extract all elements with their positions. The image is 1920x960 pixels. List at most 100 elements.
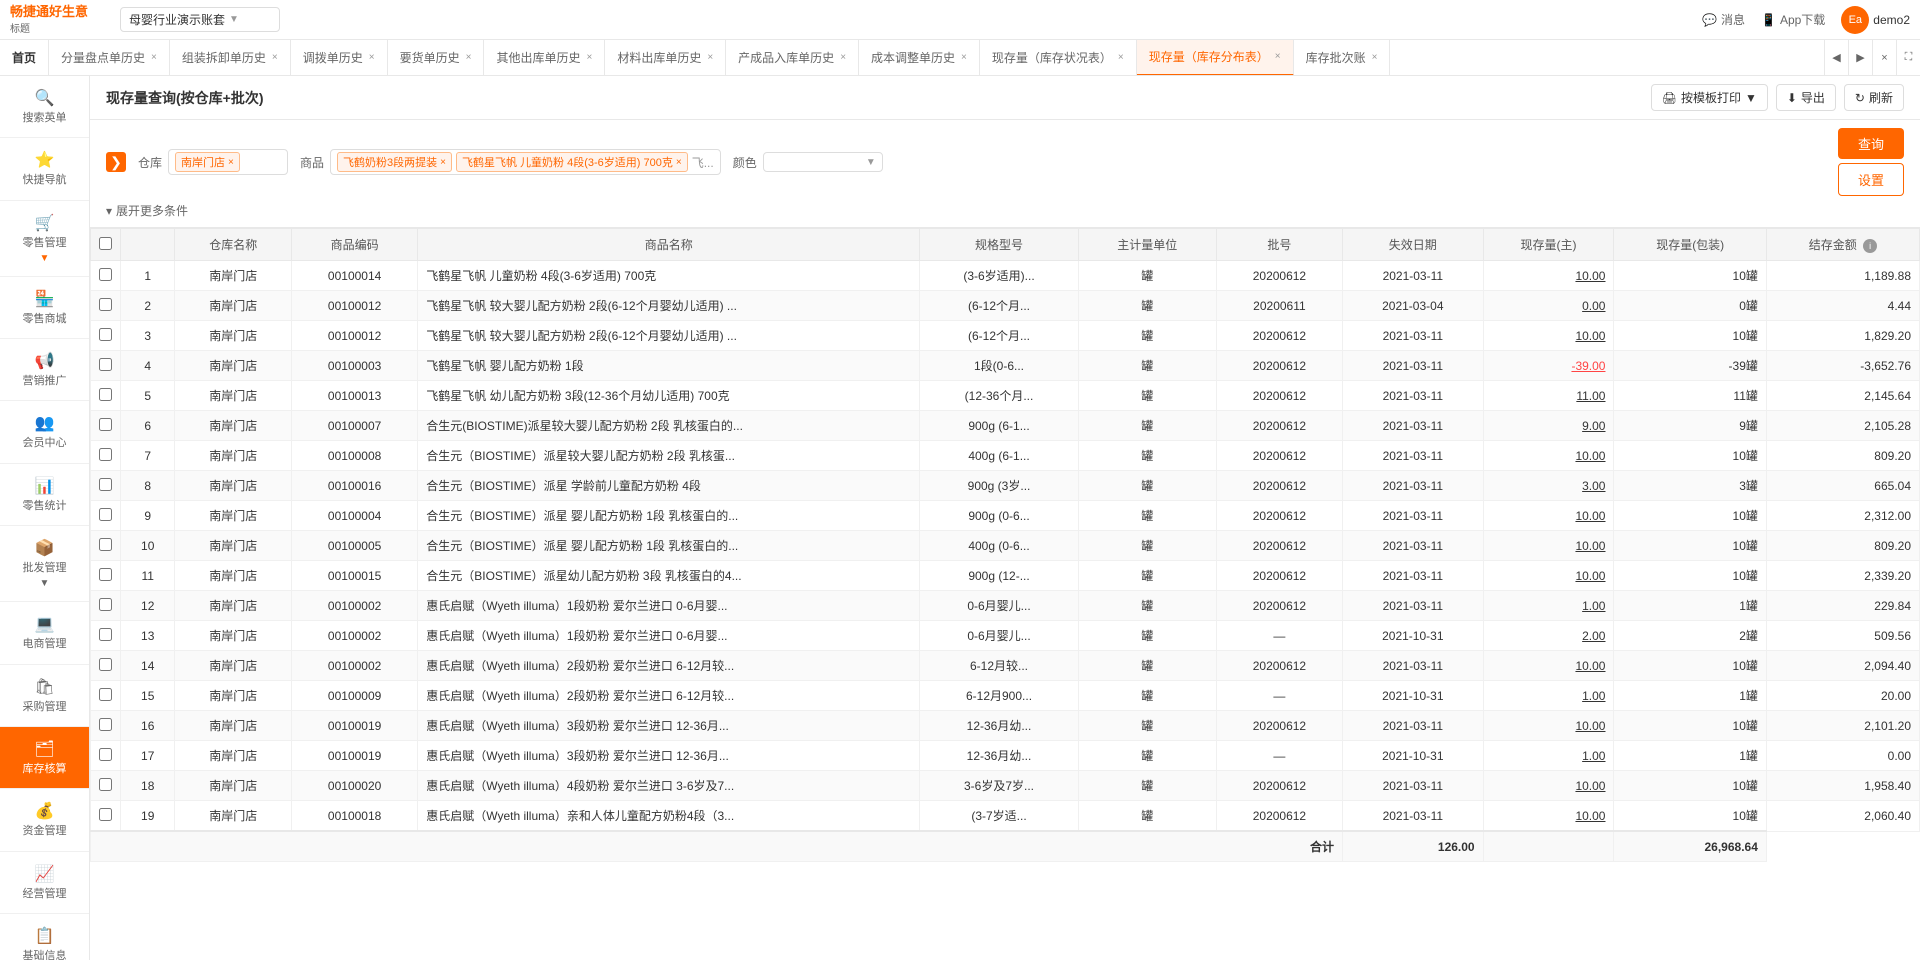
row-checkbox[interactable]: [91, 621, 121, 651]
row-checkbox[interactable]: [91, 381, 121, 411]
sidebar-item-retail-mgmt[interactable]: 🛒 零售管理 ▼: [0, 201, 89, 277]
tab-10[interactable]: 现存量（库存分布表） ×: [1137, 40, 1294, 76]
select-all-checkbox[interactable]: [99, 237, 112, 250]
row-checkbox[interactable]: [91, 771, 121, 801]
sidebar-item-marketing[interactable]: 📢 营销推广: [0, 339, 89, 401]
table-row: 2 南岸门店 00100012 飞鹤星飞帆 较大婴儿配方奶粉 2段(6-12个月…: [91, 291, 1920, 321]
tab-4-close[interactable]: ×: [466, 52, 472, 63]
tab-6[interactable]: 材料出库单历史 ×: [605, 40, 726, 76]
warehouse-tag-close[interactable]: ×: [228, 157, 234, 168]
tab-8-close[interactable]: ×: [961, 52, 967, 63]
row-checkbox[interactable]: [91, 321, 121, 351]
row-checkbox[interactable]: [91, 591, 121, 621]
product-tag-close-1[interactable]: ×: [676, 157, 682, 168]
tab-2-close[interactable]: ×: [272, 52, 278, 63]
app-download-action[interactable]: 📱 App下载: [1761, 11, 1825, 28]
tab-9[interactable]: 现存量（库存状况表） ×: [980, 40, 1137, 76]
product-filter: 商品 飞鹤奶粉3段两提装 × 飞鹤星飞帆 儿童奶粉 4段(3-6岁适用) 700…: [300, 149, 721, 175]
product-tag-container[interactable]: 飞鹤奶粉3段两提装 × 飞鹤星飞帆 儿童奶粉 4段(3-6岁适用) 700克 ×…: [330, 149, 721, 175]
sidebar-item-finance[interactable]: 💰 资金管理: [0, 789, 89, 851]
tab-2[interactable]: 组装拆卸单历史 ×: [170, 40, 291, 76]
row-batch: 20200612: [1216, 411, 1342, 441]
row-name: 飞鹤星飞帆 婴儿配方奶粉 1段: [418, 351, 920, 381]
sidebar-item-nav[interactable]: ⭐ 快捷导航: [0, 138, 89, 200]
tab-expand-btn[interactable]: ⛶: [1896, 40, 1920, 76]
table-footer-row: 合计 126.00 26,968.64: [91, 831, 1920, 862]
product-tag-close-0[interactable]: ×: [440, 157, 446, 168]
tab-11[interactable]: 库存批次账 ×: [1294, 40, 1391, 76]
sidebar-item-basic-info[interactable]: 📋 基础信息: [0, 914, 89, 960]
row-checkbox[interactable]: [91, 561, 121, 591]
tab-3-close[interactable]: ×: [369, 52, 375, 63]
row-checkbox[interactable]: [91, 441, 121, 471]
row-unit: 罐: [1078, 471, 1216, 501]
row-warehouse: 南岸门店: [175, 471, 292, 501]
tab-11-close[interactable]: ×: [1372, 52, 1378, 63]
template-print-button[interactable]: 🖨 按模板打印 ▼: [1651, 84, 1768, 111]
refresh-button[interactable]: ↻ 刷新: [1844, 84, 1904, 111]
row-checkbox[interactable]: [91, 741, 121, 771]
row-checkbox[interactable]: [91, 261, 121, 291]
tab-8[interactable]: 成本调整单历史 ×: [859, 40, 980, 76]
sidebar-item-retail-mall[interactable]: 🏪 零售商城: [0, 277, 89, 339]
tab-close-btn[interactable]: ×: [1872, 40, 1896, 76]
tab-prev-btn[interactable]: ◀: [1824, 40, 1848, 76]
row-code: 00100002: [292, 651, 418, 681]
row-stock-main: 1.00: [1483, 741, 1614, 771]
row-unit: 罐: [1078, 681, 1216, 711]
row-code: 00100018: [292, 801, 418, 832]
tab-3[interactable]: 调拨单历史 ×: [291, 40, 388, 76]
filter-expand-btn[interactable]: ❯: [106, 152, 126, 172]
top-bar: 畅捷通好生意 标题 母婴行业演示账套 ▼ 💬 消息 📱 App下载 Ea dem…: [0, 0, 1920, 40]
row-checkbox[interactable]: [91, 351, 121, 381]
tab-7-close[interactable]: ×: [840, 52, 846, 63]
sidebar-item-wholesale[interactable]: 📦 批发管理 ▼: [0, 526, 89, 602]
sidebar-item-ecommerce[interactable]: 💻 电商管理: [0, 602, 89, 664]
export-button[interactable]: ⬇ 导出: [1776, 84, 1836, 111]
tab-home[interactable]: 首页: [0, 40, 49, 76]
sidebar-item-purchase[interactable]: 🛍 采购管理: [0, 665, 89, 727]
tab-4[interactable]: 要货单历史 ×: [388, 40, 485, 76]
tab-9-close[interactable]: ×: [1118, 52, 1124, 63]
query-button[interactable]: 查询: [1838, 128, 1904, 159]
row-checkbox[interactable]: [91, 711, 121, 741]
tab-5-close[interactable]: ×: [586, 52, 592, 63]
row-checkbox[interactable]: [91, 291, 121, 321]
warehouse-tag-0[interactable]: 南岸门店 ×: [175, 152, 240, 172]
row-code: 00100019: [292, 711, 418, 741]
row-checkbox[interactable]: [91, 681, 121, 711]
row-checkbox[interactable]: [91, 651, 121, 681]
warehouse-tag-container[interactable]: 南岸门店 ×: [168, 149, 288, 175]
store-selector[interactable]: 母婴行业演示账套 ▼: [120, 7, 280, 32]
user-info[interactable]: Ea demo2: [1841, 6, 1910, 34]
row-checkbox[interactable]: [91, 471, 121, 501]
row-spec: 400g (0-6...: [920, 531, 1078, 561]
settings-button[interactable]: 设置: [1838, 163, 1904, 196]
row-checkbox[interactable]: [91, 411, 121, 441]
sidebar-item-search[interactable]: 🔍 搜索英单: [0, 76, 89, 138]
row-checkbox[interactable]: [91, 801, 121, 832]
table-row: 16 南岸门店 00100019 惠氏启赋（Wyeth illuma）3段奶粉 …: [91, 711, 1920, 741]
row-checkbox[interactable]: [91, 531, 121, 561]
sidebar-item-inventory[interactable]: 🗂 库存核算: [0, 727, 89, 789]
sidebar-item-operations[interactable]: 📈 经营管理: [0, 852, 89, 914]
tab-7[interactable]: 产成品入库单历史 ×: [726, 40, 859, 76]
tab-5[interactable]: 其他出库单历史 ×: [484, 40, 605, 76]
tab-1[interactable]: 分量盘点单历史 ×: [49, 40, 170, 76]
sidebar-item-retail-stats[interactable]: 📊 零售统计: [0, 464, 89, 526]
product-tag-0[interactable]: 飞鹤奶粉3段两提装 ×: [337, 152, 452, 172]
message-action[interactable]: 💬 消息: [1702, 11, 1745, 28]
nav-icon: ⭐: [35, 150, 55, 170]
balance-info-icon[interactable]: i: [1863, 239, 1877, 253]
tab-next-btn[interactable]: ▶: [1848, 40, 1872, 76]
sidebar-item-member[interactable]: 👥 会员中心: [0, 401, 89, 463]
tab-10-close[interactable]: ×: [1275, 51, 1281, 62]
tab-1-close[interactable]: ×: [151, 52, 157, 63]
product-tag-1[interactable]: 飞鹤星飞帆 儿童奶粉 4段(3-6岁适用) 700克 ×: [456, 152, 688, 172]
row-checkbox[interactable]: [91, 501, 121, 531]
row-unit: 罐: [1078, 621, 1216, 651]
filter-expand-more[interactable]: ▾ 展开更多条件: [106, 202, 1904, 219]
tab-2-label: 组装拆卸单历史: [182, 49, 266, 66]
color-input[interactable]: ▼: [763, 152, 883, 172]
tab-6-close[interactable]: ×: [707, 52, 713, 63]
